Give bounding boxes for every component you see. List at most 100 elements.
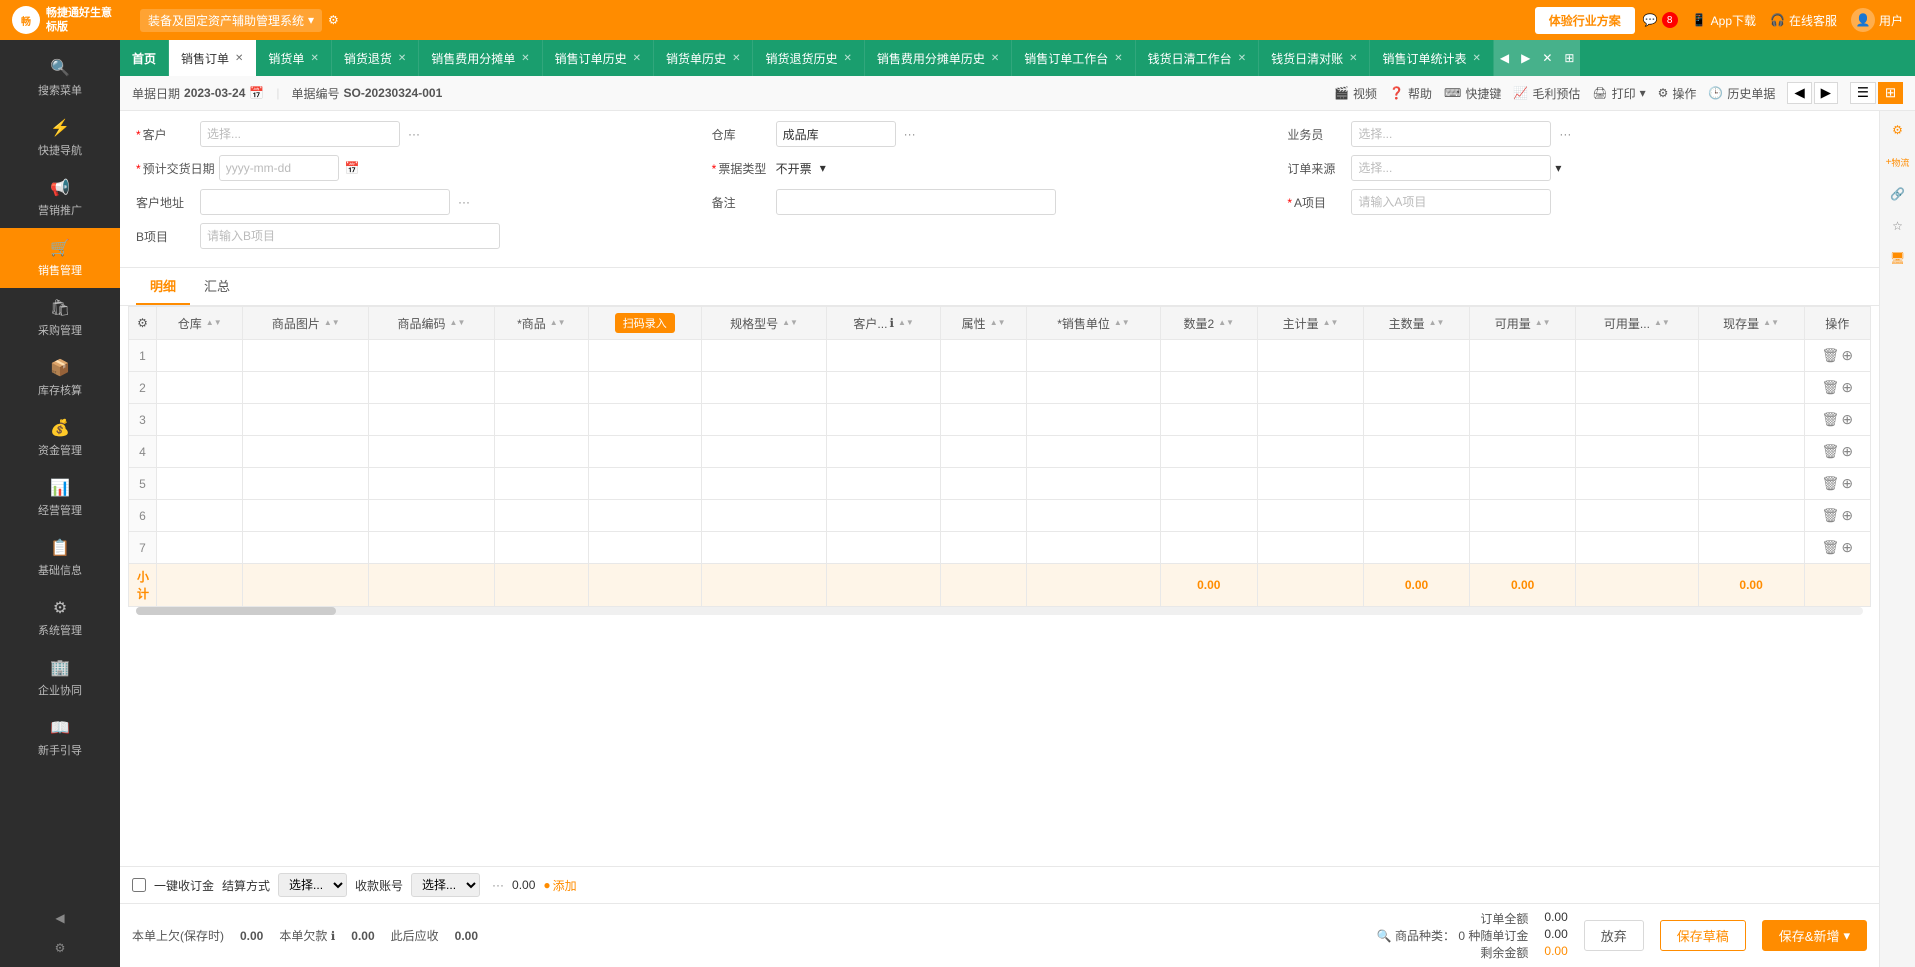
row-4-main-unit[interactable] xyxy=(1257,436,1363,468)
row-3-qty2[interactable] xyxy=(1160,404,1257,436)
row-3-warehouse[interactable] xyxy=(157,404,243,436)
sidebar-item-marketing[interactable]: 📢 营销推广 xyxy=(0,168,120,228)
order-source-input[interactable] xyxy=(1351,155,1551,181)
scan-btn[interactable]: 扫码录入 xyxy=(615,313,675,333)
tab-more-btn[interactable]: ✕ xyxy=(1536,40,1558,76)
row-7-spec[interactable] xyxy=(701,532,827,564)
sidebar-item-system[interactable]: ⚙ 系统管理 xyxy=(0,588,120,648)
system-name[interactable]: 装备及固定资产辅助管理系统 ▾ xyxy=(140,9,322,32)
tab-close-invoice-history[interactable]: ✕ xyxy=(732,53,740,64)
row-3-attr[interactable] xyxy=(940,404,1026,436)
row-3-available2[interactable] xyxy=(1576,404,1698,436)
row-5-main-qty[interactable] xyxy=(1364,468,1470,500)
tab-home[interactable]: 首页 xyxy=(120,40,169,76)
tab-close-return[interactable]: ✕ xyxy=(398,53,406,64)
date-picker-icon[interactable]: 📅 xyxy=(345,161,360,175)
operations-btn[interactable]: ⚙ 操作 xyxy=(1658,85,1697,102)
row-2-warehouse[interactable] xyxy=(157,372,243,404)
app-download-item[interactable]: 📱 App下载 xyxy=(1692,12,1756,29)
row-7-copy-btn[interactable]: ⊕ xyxy=(1841,539,1853,556)
tab-expense-history[interactable]: 销售费用分摊单历史 ✕ xyxy=(865,40,1012,76)
row-4-attr[interactable] xyxy=(940,436,1026,468)
sort-customer-icon[interactable]: ▲▼ xyxy=(898,319,914,327)
customer-more-btn[interactable]: ··· xyxy=(408,127,420,141)
row-4-unit[interactable] xyxy=(1027,436,1160,468)
sidebar-item-management[interactable]: 📊 经营管理 xyxy=(0,468,120,528)
row-3-unit[interactable] xyxy=(1027,404,1160,436)
warehouse-more-btn[interactable]: ··· xyxy=(904,127,916,141)
row-1-attr[interactable] xyxy=(940,340,1026,372)
print-btn[interactable]: 🖨 打印 ▾ xyxy=(1592,85,1645,102)
row-5-available[interactable] xyxy=(1470,468,1576,500)
row-7-current[interactable] xyxy=(1698,532,1804,564)
user-item[interactable]: 👤 用户 xyxy=(1851,8,1903,32)
row-7-available2[interactable] xyxy=(1576,532,1698,564)
star-panel-btn[interactable]: ☆ xyxy=(1883,211,1913,241)
sort-spec-icon[interactable]: ▲▼ xyxy=(782,319,798,327)
sidebar-item-enterprise[interactable]: 🏢 企业协同 xyxy=(0,648,120,708)
row-1-unit[interactable] xyxy=(1027,340,1160,372)
row-7-main-unit[interactable] xyxy=(1257,532,1363,564)
row-4-main-qty[interactable] xyxy=(1364,436,1470,468)
tab-close-expense-split[interactable]: ✕ xyxy=(521,53,529,64)
customer-input[interactable] xyxy=(200,121,400,147)
tab-cash-reconcile[interactable]: 钱货日清对账 ✕ xyxy=(1259,40,1370,76)
sort-attr-icon[interactable]: ▲▼ xyxy=(990,319,1006,327)
save-new-button[interactable]: 保存&新增 ▾ xyxy=(1762,920,1867,951)
customer-address-input[interactable] xyxy=(200,189,450,215)
sidebar-item-basic[interactable]: 📋 基础信息 xyxy=(0,528,120,588)
row-4-current[interactable] xyxy=(1698,436,1804,468)
row-2-current[interactable] xyxy=(1698,372,1804,404)
account-more-btn[interactable]: ··· xyxy=(492,878,504,892)
sort-available2-icon[interactable]: ▲▼ xyxy=(1654,319,1670,327)
list-view-btn[interactable]: ☰ xyxy=(1850,82,1876,104)
row-2-copy-btn[interactable]: ⊕ xyxy=(1841,379,1853,396)
sort-unit-icon[interactable]: ▲▼ xyxy=(1114,319,1130,327)
row-3-main-unit[interactable] xyxy=(1257,404,1363,436)
sort-warehouse-icon[interactable]: ▲▼ xyxy=(206,319,222,327)
row-7-customer[interactable] xyxy=(827,532,941,564)
expected-date-input[interactable] xyxy=(219,155,339,181)
tab-expand-btn[interactable]: ⊞ xyxy=(1558,40,1580,76)
row-6-code[interactable] xyxy=(369,500,495,532)
row-7-main-qty[interactable] xyxy=(1364,532,1470,564)
row-6-copy-btn[interactable]: ⊕ xyxy=(1841,507,1853,524)
row-3-main-qty[interactable] xyxy=(1364,404,1470,436)
invoice-type-dropdown-icon[interactable]: ▾ xyxy=(820,161,826,175)
next-record-btn[interactable]: ▶ xyxy=(1814,82,1838,104)
sidebar-settings-button[interactable]: ⚙ xyxy=(51,937,70,959)
row-5-qty2[interactable] xyxy=(1160,468,1257,500)
row-1-current[interactable] xyxy=(1698,340,1804,372)
row-5-main-unit[interactable] xyxy=(1257,468,1363,500)
sort-qty2-icon[interactable]: ▲▼ xyxy=(1218,319,1234,327)
row-1-main-unit[interactable] xyxy=(1257,340,1363,372)
row-5-product[interactable] xyxy=(494,468,588,500)
tab-expense-split[interactable]: 销售费用分摊单 ✕ xyxy=(419,40,542,76)
notification-item[interactable]: 💬 8 xyxy=(1643,12,1678,28)
tab-invoice-history[interactable]: 销货单历史 ✕ xyxy=(654,40,753,76)
row-2-product[interactable] xyxy=(494,372,588,404)
row-6-warehouse[interactable] xyxy=(157,500,243,532)
tab-sales-invoice[interactable]: 销货单 ✕ xyxy=(256,40,331,76)
sidebar-item-quicknav[interactable]: ⚡ 快捷导航 xyxy=(0,108,120,168)
row-4-copy-btn[interactable]: ⊕ xyxy=(1841,443,1853,460)
discard-button[interactable]: 放弃 xyxy=(1584,920,1644,951)
row-2-unit[interactable] xyxy=(1027,372,1160,404)
row-7-qty2[interactable] xyxy=(1160,532,1257,564)
row-6-main-unit[interactable] xyxy=(1257,500,1363,532)
profit-btn[interactable]: 📈 毛利预估 xyxy=(1513,85,1580,102)
tab-summary[interactable]: 汇总 xyxy=(190,268,244,305)
row-6-product[interactable] xyxy=(494,500,588,532)
tab-close-cash-workbench[interactable]: ✕ xyxy=(1238,53,1246,64)
row-3-product[interactable] xyxy=(494,404,588,436)
row-5-attr[interactable] xyxy=(940,468,1026,500)
row-5-customer[interactable] xyxy=(827,468,941,500)
order-source-dropdown-icon[interactable]: ▾ xyxy=(1555,161,1561,175)
sidebar-item-sales[interactable]: 🛒 销售管理 xyxy=(0,228,120,288)
row-2-main-qty[interactable] xyxy=(1364,372,1470,404)
row-3-code[interactable] xyxy=(369,404,495,436)
sidebar-collapse-button[interactable]: ◀ xyxy=(0,903,120,933)
row-4-qty2[interactable] xyxy=(1160,436,1257,468)
prev-record-btn[interactable]: ◀ xyxy=(1787,82,1811,104)
view-btn[interactable]: 🎬 视频 xyxy=(1334,85,1377,102)
